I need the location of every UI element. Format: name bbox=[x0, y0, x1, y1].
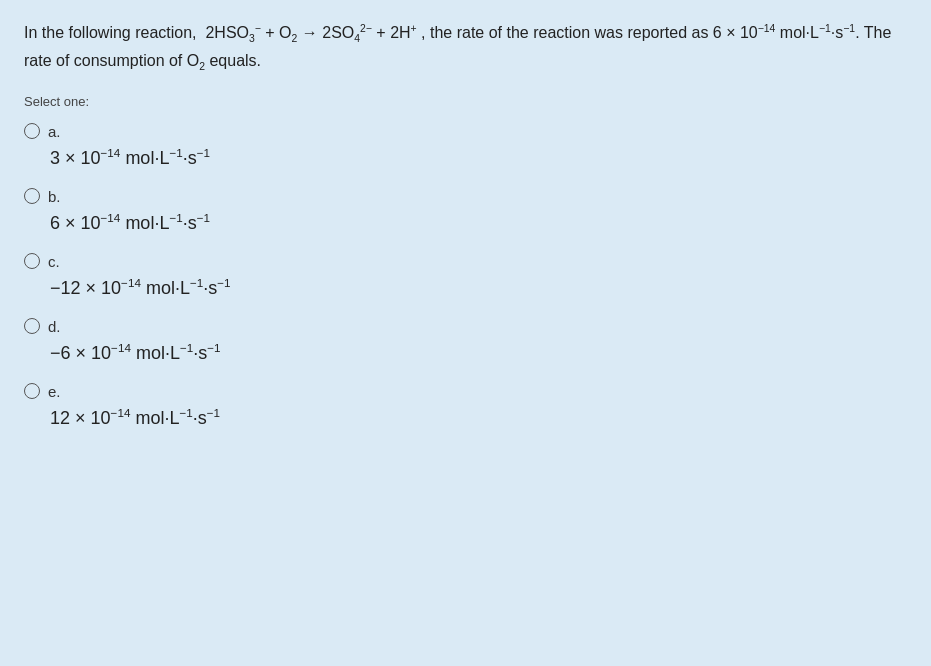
radio-a[interactable] bbox=[24, 123, 40, 139]
radio-b[interactable] bbox=[24, 188, 40, 204]
select-one-label: Select one: bbox=[24, 94, 907, 109]
radio-c[interactable] bbox=[24, 253, 40, 269]
option-d-letter: d. bbox=[48, 318, 61, 335]
option-a-letter: a. bbox=[48, 123, 61, 140]
question-container: In the following reaction, 2HSO3− + O2 →… bbox=[24, 20, 907, 448]
option-c: c. −12 × 10−14 mol·L−1·s−1 bbox=[24, 253, 907, 308]
option-a-value: 3 × 10−14 mol·L−1·s−1 bbox=[50, 144, 907, 172]
option-b-letter: b. bbox=[48, 188, 61, 205]
option-c-letter: c. bbox=[48, 253, 60, 270]
option-e-letter: e. bbox=[48, 383, 61, 400]
option-a: a. 3 × 10−14 mol·L−1·s−1 bbox=[24, 123, 907, 178]
question-text: In the following reaction, 2HSO3− + O2 →… bbox=[24, 20, 907, 76]
radio-d[interactable] bbox=[24, 318, 40, 334]
radio-e[interactable] bbox=[24, 383, 40, 399]
option-b: b. 6 × 10−14 mol·L−1·s−1 bbox=[24, 188, 907, 243]
option-e-value: 12 × 10−14 mol·L−1·s−1 bbox=[50, 404, 907, 432]
option-d-value: −6 × 10−14 mol·L−1·s−1 bbox=[50, 339, 907, 367]
options-list: a. 3 × 10−14 mol·L−1·s−1 b. 6 × 10−14 mo… bbox=[24, 123, 907, 448]
option-e: e. 12 × 10−14 mol·L−1·s−1 bbox=[24, 383, 907, 438]
option-b-value: 6 × 10−14 mol·L−1·s−1 bbox=[50, 209, 907, 237]
option-d: d. −6 × 10−14 mol·L−1·s−1 bbox=[24, 318, 907, 373]
option-c-value: −12 × 10−14 mol·L−1·s−1 bbox=[50, 274, 907, 302]
